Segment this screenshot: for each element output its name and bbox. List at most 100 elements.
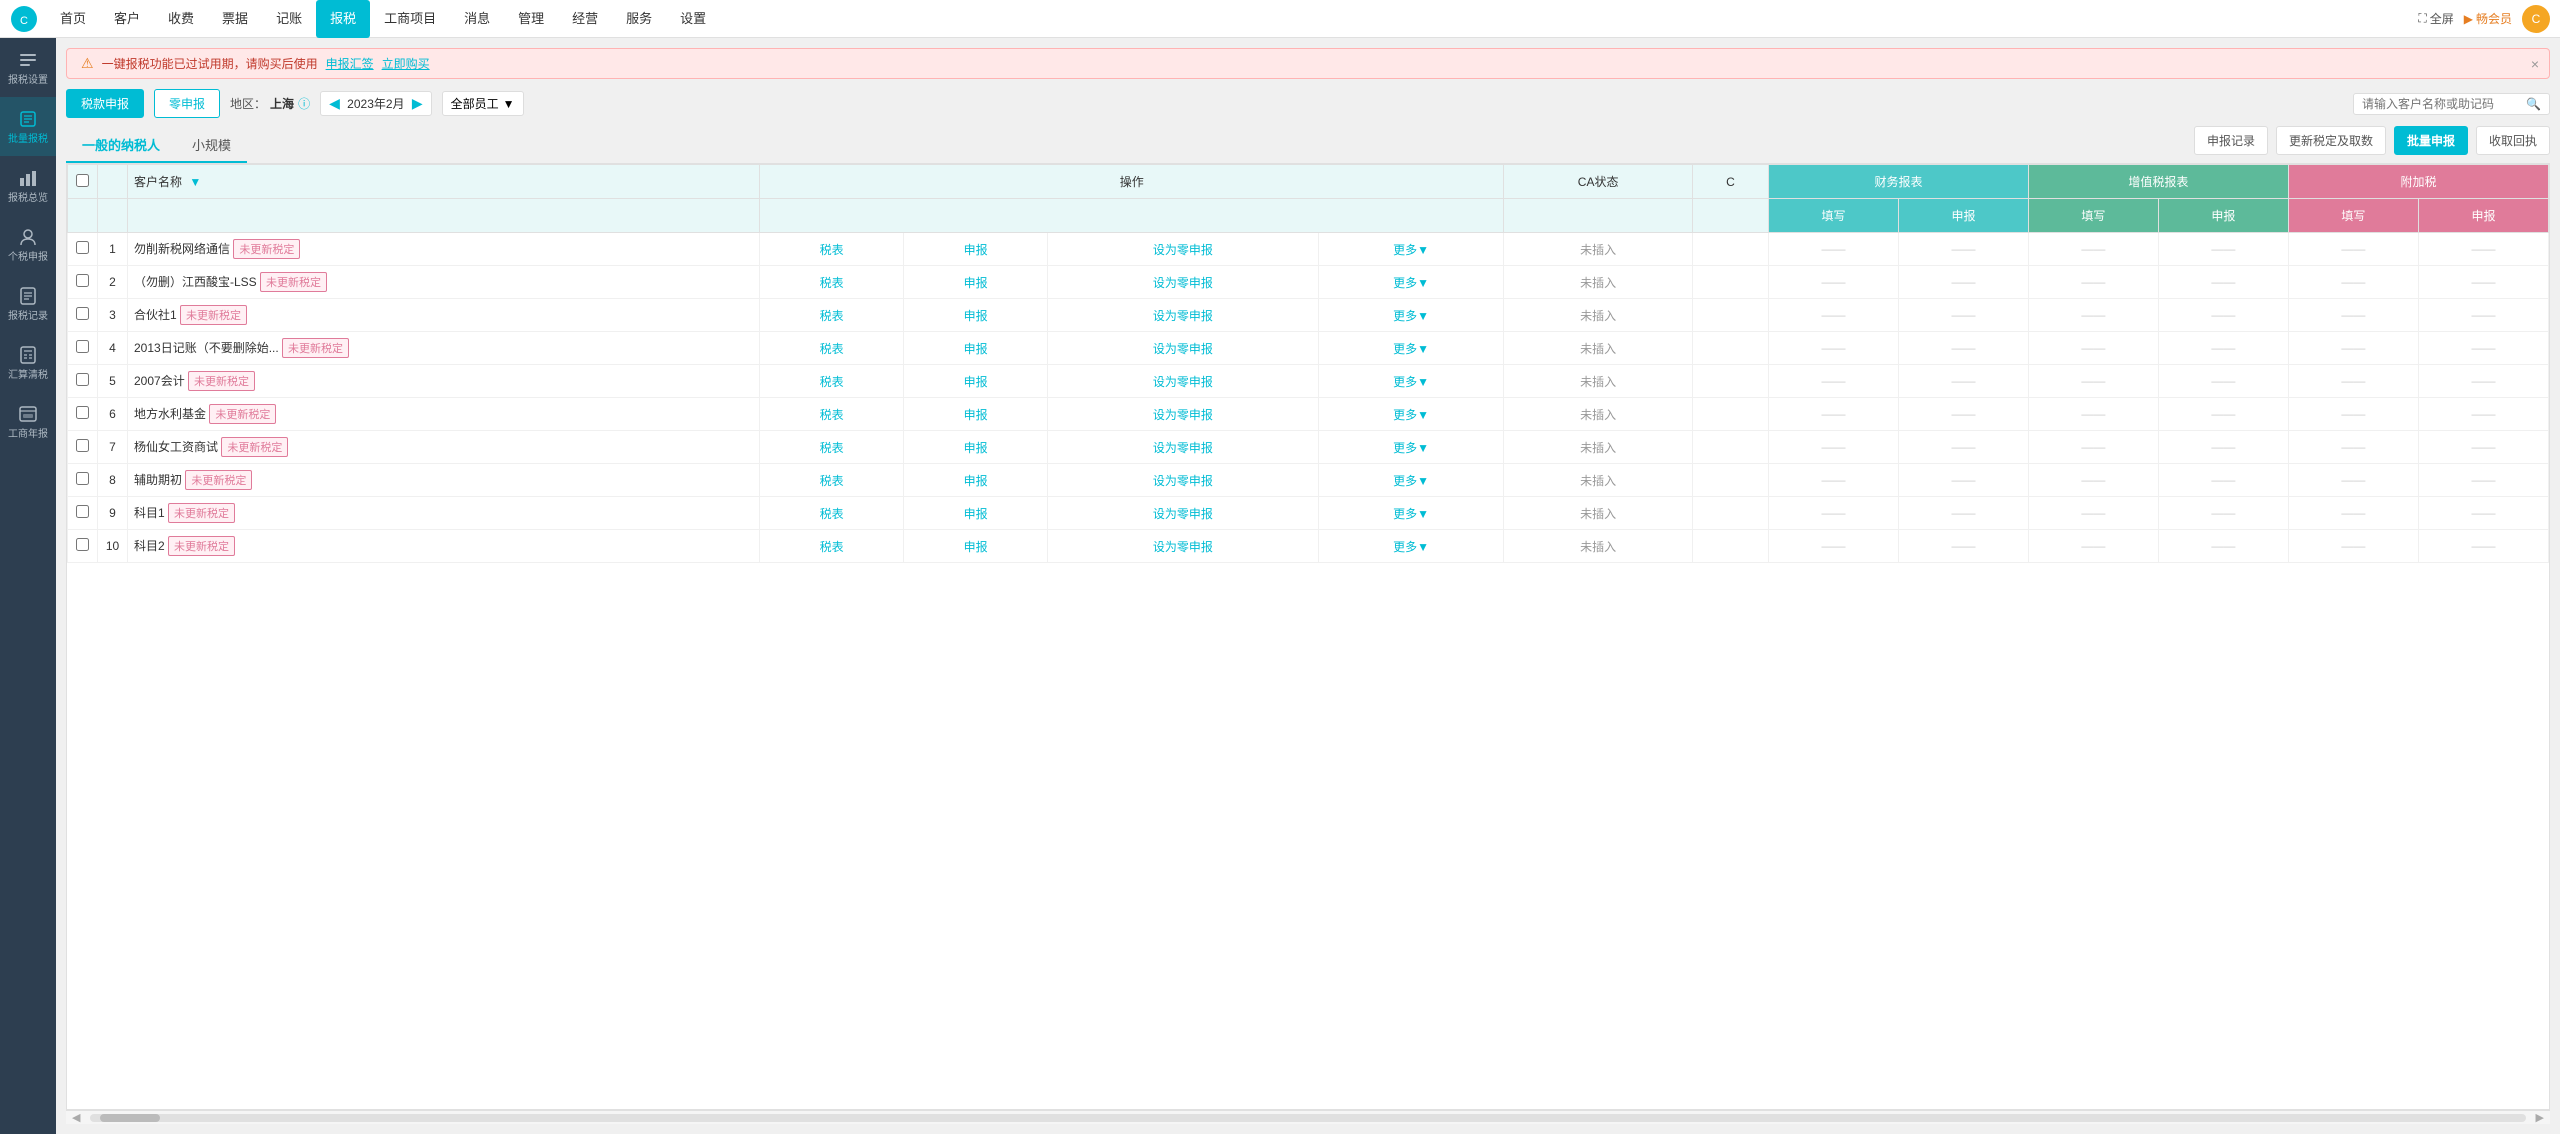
scroll-thumb[interactable] bbox=[100, 1114, 160, 1122]
row-op3[interactable]: 设为零申报 bbox=[1048, 365, 1318, 398]
next-month-button[interactable]: ▶ bbox=[412, 95, 423, 112]
tab-shuikuanshenb[interactable]: 税款申报 bbox=[66, 89, 144, 118]
nav-messages[interactable]: 消息 bbox=[450, 0, 504, 38]
user-avatar[interactable]: C bbox=[2522, 5, 2550, 33]
tab-lingshenb[interactable]: 零申报 bbox=[154, 89, 220, 118]
nav-settings[interactable]: 设置 bbox=[666, 0, 720, 38]
row-op3[interactable]: 设为零申报 bbox=[1048, 497, 1318, 530]
row-op2[interactable]: 申报 bbox=[904, 464, 1048, 497]
row-op3[interactable]: 设为零申报 bbox=[1048, 299, 1318, 332]
sidebar-item-jisuanqingshu[interactable]: 汇算清税 bbox=[0, 333, 56, 392]
row-checkbox[interactable] bbox=[68, 365, 98, 398]
row-op1[interactable]: 税表 bbox=[760, 365, 904, 398]
sidebar-item-baoshuijilu[interactable]: 报税记录 bbox=[0, 274, 56, 333]
row-op1[interactable]: 税表 bbox=[760, 464, 904, 497]
row-op1[interactable]: 税表 bbox=[760, 530, 904, 563]
row-op3[interactable]: 设为零申报 bbox=[1048, 530, 1318, 563]
nav-tax[interactable]: 报税 bbox=[316, 0, 370, 38]
nav-operations[interactable]: 经营 bbox=[558, 0, 612, 38]
tab-general-taxpayer[interactable]: 一般的纳税人 bbox=[66, 128, 176, 163]
sidebar-item-baobaozonglan[interactable]: 报税总览 bbox=[0, 156, 56, 215]
notice-link2[interactable]: 立即购买 bbox=[382, 55, 430, 72]
region-info-icon[interactable]: ⓘ bbox=[298, 95, 310, 112]
notice-link1[interactable]: 申报汇签 bbox=[326, 55, 374, 72]
sidebar-item-geshuishenbao[interactable]: 个税申报 bbox=[0, 215, 56, 274]
search-icon[interactable]: 🔍 bbox=[2526, 97, 2541, 111]
row-checkbox[interactable] bbox=[68, 332, 98, 365]
shenbaojilu-button[interactable]: 申报记录 bbox=[2194, 126, 2268, 155]
row-ca-status: 未插入 bbox=[1504, 299, 1692, 332]
piliangshenb-button[interactable]: 批量申报 bbox=[2394, 126, 2468, 155]
nav-customer[interactable]: 客户 bbox=[100, 0, 154, 38]
row-op4[interactable]: 更多▼ bbox=[1318, 299, 1504, 332]
row-op1[interactable]: 税表 bbox=[760, 431, 904, 464]
sidebar-item-gongshangnianbao[interactable]: 工商年报 bbox=[0, 392, 56, 451]
notice-close[interactable]: × bbox=[2531, 56, 2539, 72]
row-checkbox[interactable] bbox=[68, 497, 98, 530]
shouchuihui-button[interactable]: 收取回执 bbox=[2476, 126, 2550, 155]
nav-service[interactable]: 服务 bbox=[612, 0, 666, 38]
row-checkbox[interactable] bbox=[68, 464, 98, 497]
row-op2[interactable]: 申报 bbox=[904, 497, 1048, 530]
row-op2[interactable]: 申报 bbox=[904, 299, 1048, 332]
th-ca-verify: C bbox=[1692, 165, 1768, 199]
row-op4[interactable]: 更多▼ bbox=[1318, 398, 1504, 431]
row-op1[interactable]: 税表 bbox=[760, 497, 904, 530]
row-op3[interactable]: 设为零申报 bbox=[1048, 464, 1318, 497]
nav-invoice[interactable]: 票据 bbox=[208, 0, 262, 38]
row-op4[interactable]: 更多▼ bbox=[1318, 332, 1504, 365]
row-op1[interactable]: 税表 bbox=[760, 266, 904, 299]
row-op4[interactable]: 更多▼ bbox=[1318, 266, 1504, 299]
row-checkbox[interactable] bbox=[68, 398, 98, 431]
search-input[interactable] bbox=[2362, 97, 2522, 111]
row-op2[interactable]: 申报 bbox=[904, 332, 1048, 365]
scroll-left-arrow[interactable]: ◀ bbox=[66, 1111, 80, 1124]
row-op2[interactable]: 申报 bbox=[904, 398, 1048, 431]
select-all-checkbox[interactable] bbox=[76, 174, 89, 187]
row-op2[interactable]: 申报 bbox=[904, 530, 1048, 563]
row-op4[interactable]: 更多▼ bbox=[1318, 365, 1504, 398]
nav-billing[interactable]: 收费 bbox=[154, 0, 208, 38]
row-op2[interactable]: 申报 bbox=[904, 365, 1048, 398]
row-op4[interactable]: 更多▼ bbox=[1318, 464, 1504, 497]
row-checkbox[interactable] bbox=[68, 530, 98, 563]
row-op3[interactable]: 设为零申报 bbox=[1048, 233, 1318, 266]
row-op4[interactable]: 更多▼ bbox=[1318, 431, 1504, 464]
sidebar-item-piliangshuibao[interactable]: 批量报税 bbox=[0, 97, 56, 156]
nav-business[interactable]: 工商项目 bbox=[370, 0, 450, 38]
tab-small-scale[interactable]: 小规模 bbox=[176, 128, 247, 163]
scroll-right-arrow[interactable]: ▶ bbox=[2536, 1111, 2550, 1124]
member-button[interactable]: ▶ 畅会员 bbox=[2464, 10, 2512, 27]
row-fj-fill: —— bbox=[2288, 431, 2418, 464]
row-op3[interactable]: 设为零申报 bbox=[1048, 332, 1318, 365]
fullscreen-button[interactable]: ⛶ 全屏 bbox=[2418, 10, 2453, 27]
nav-bookkeeping[interactable]: 记账 bbox=[262, 0, 316, 38]
row-op4[interactable]: 更多▼ bbox=[1318, 497, 1504, 530]
nav-home[interactable]: 首页 bbox=[46, 0, 100, 38]
member-label: 畅会员 bbox=[2476, 10, 2512, 27]
row-op3[interactable]: 设为零申报 bbox=[1048, 266, 1318, 299]
row-cw-report: —— bbox=[1898, 398, 2028, 431]
row-ca-verify bbox=[1692, 365, 1768, 398]
row-op3[interactable]: 设为零申报 bbox=[1048, 431, 1318, 464]
row-checkbox[interactable] bbox=[68, 266, 98, 299]
row-checkbox[interactable] bbox=[68, 431, 98, 464]
nav-management[interactable]: 管理 bbox=[504, 0, 558, 38]
row-op2[interactable]: 申报 bbox=[904, 266, 1048, 299]
row-op1[interactable]: 税表 bbox=[760, 299, 904, 332]
staff-selector[interactable]: 全部员工 ▼ bbox=[442, 91, 524, 116]
row-op3[interactable]: 设为零申报 bbox=[1048, 398, 1318, 431]
row-op1[interactable]: 税表 bbox=[760, 233, 904, 266]
row-op1[interactable]: 税表 bbox=[760, 332, 904, 365]
row-op1[interactable]: 税表 bbox=[760, 398, 904, 431]
sort-icon[interactable]: ▼ bbox=[189, 175, 201, 189]
row-op4[interactable]: 更多▼ bbox=[1318, 233, 1504, 266]
row-checkbox[interactable] bbox=[68, 233, 98, 266]
row-op4[interactable]: 更多▼ bbox=[1318, 530, 1504, 563]
gengxin-button[interactable]: 更新税定及取数 bbox=[2276, 126, 2386, 155]
row-op2[interactable]: 申报 bbox=[904, 233, 1048, 266]
sidebar-item-baoshuishezhi[interactable]: 报税设置 bbox=[0, 38, 56, 97]
row-checkbox[interactable] bbox=[68, 299, 98, 332]
row-op2[interactable]: 申报 bbox=[904, 431, 1048, 464]
prev-month-button[interactable]: ◀ bbox=[329, 95, 340, 112]
